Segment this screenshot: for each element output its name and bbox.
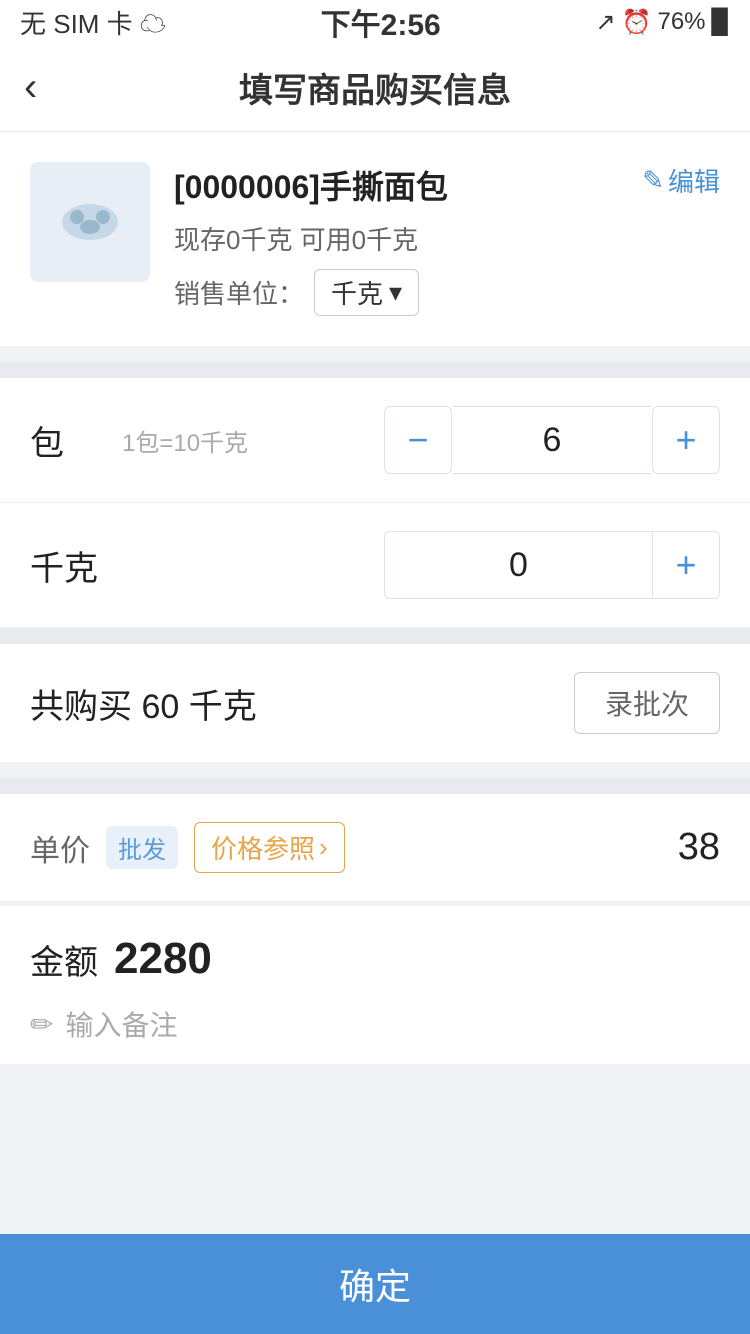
input-section: 包 1包=10千克 − + 千克 + — [0, 378, 750, 628]
kilogram-input[interactable] — [384, 531, 652, 599]
edit-icon: ✎ — [642, 165, 664, 196]
price-ref-label: 价格参照 — [211, 829, 315, 866]
note-placeholder: 输入备注 — [65, 1004, 177, 1044]
confirm-button[interactable]: 确定 — [0, 1234, 750, 1334]
unit-chevron-icon: ▾ — [389, 277, 402, 308]
unit-select[interactable]: 千克 ▾ — [314, 269, 419, 316]
status-left: 无 SIM 卡 ☁ — [20, 4, 166, 41]
kilogram-row: 千克 + — [0, 503, 750, 628]
kilogram-increment-button[interactable]: + — [652, 531, 720, 599]
summary-text: 共购买 60 千克 — [30, 679, 257, 728]
kilogram-stepper: + — [384, 531, 720, 599]
price-section: 单价 批发 价格参照 › 38 — [0, 794, 750, 902]
bag-increment-button[interactable]: + — [652, 406, 720, 474]
price-ref-button[interactable]: 价格参照 › — [194, 822, 345, 873]
section-divider-2 — [0, 628, 750, 644]
price-tag: 批发 — [106, 826, 178, 869]
battery-icon: ▉ — [712, 8, 730, 37]
product-name: [0000006]手撕面包 — [174, 162, 642, 208]
bag-stepper: − + — [384, 406, 720, 474]
product-name-row: [0000006]手撕面包 ✎ 编辑 — [174, 162, 720, 208]
bag-sublabel: 1包=10千克 — [122, 423, 384, 458]
note-row[interactable]: ✏ 输入备注 — [30, 1004, 720, 1044]
nav-bar: ‹ 填写商品购买信息 — [0, 44, 750, 132]
amount-row: 金额 2280 — [30, 934, 720, 984]
status-right: ↗ ⏰ 76% ▉ — [595, 8, 730, 37]
unit-value: 千克 — [331, 274, 383, 311]
section-divider-3 — [0, 778, 750, 794]
kilogram-label: 千克 — [30, 541, 110, 590]
unit-label: 销售单位： — [174, 274, 304, 311]
status-time: 下午2:56 — [321, 0, 441, 44]
bag-row: 包 1包=10千克 − + — [0, 378, 750, 503]
summary-row: 共购买 60 千克 录批次 — [0, 644, 750, 762]
bag-input[interactable] — [452, 406, 652, 474]
bag-decrement-button[interactable]: − — [384, 406, 452, 474]
no-sim-text: 无 SIM 卡 ☁ — [20, 4, 166, 41]
section-divider-1 — [0, 362, 750, 378]
amount-section: 金额 2280 ✏ 输入备注 — [0, 906, 750, 1064]
edit-button[interactable]: ✎ 编辑 — [642, 162, 720, 199]
note-icon: ✏ — [30, 1008, 53, 1041]
batch-button[interactable]: 录批次 — [574, 672, 720, 734]
battery-text: 76% — [657, 8, 705, 36]
status-bar: 无 SIM 卡 ☁ 下午2:56 ↗ ⏰ 76% ▉ — [0, 0, 750, 44]
amount-value: 2280 — [114, 934, 212, 984]
back-button[interactable]: ‹ — [24, 65, 37, 110]
page-title: 填写商品购买信息 — [239, 63, 511, 112]
price-ref-icon: › — [319, 832, 328, 863]
bag-label: 包 — [30, 416, 110, 465]
price-label: 单价 — [30, 826, 90, 870]
product-card: [0000006]手撕面包 ✎ 编辑 现存0千克 可用0千克 销售单位： 千克 … — [0, 132, 750, 346]
product-image — [30, 162, 150, 282]
location-icon: ↗ — [595, 8, 615, 37]
product-stock: 现存0千克 可用0千克 — [174, 220, 720, 257]
product-unit-row: 销售单位： 千克 ▾ — [174, 269, 720, 316]
price-value: 38 — [678, 826, 720, 869]
content-spacer — [0, 1064, 750, 1234]
amount-label: 金额 — [30, 935, 98, 984]
alarm-icon: ⏰ — [622, 8, 652, 37]
edit-label: 编辑 — [668, 162, 720, 199]
product-info: [0000006]手撕面包 ✎ 编辑 现存0千克 可用0千克 销售单位： 千克 … — [174, 162, 720, 316]
